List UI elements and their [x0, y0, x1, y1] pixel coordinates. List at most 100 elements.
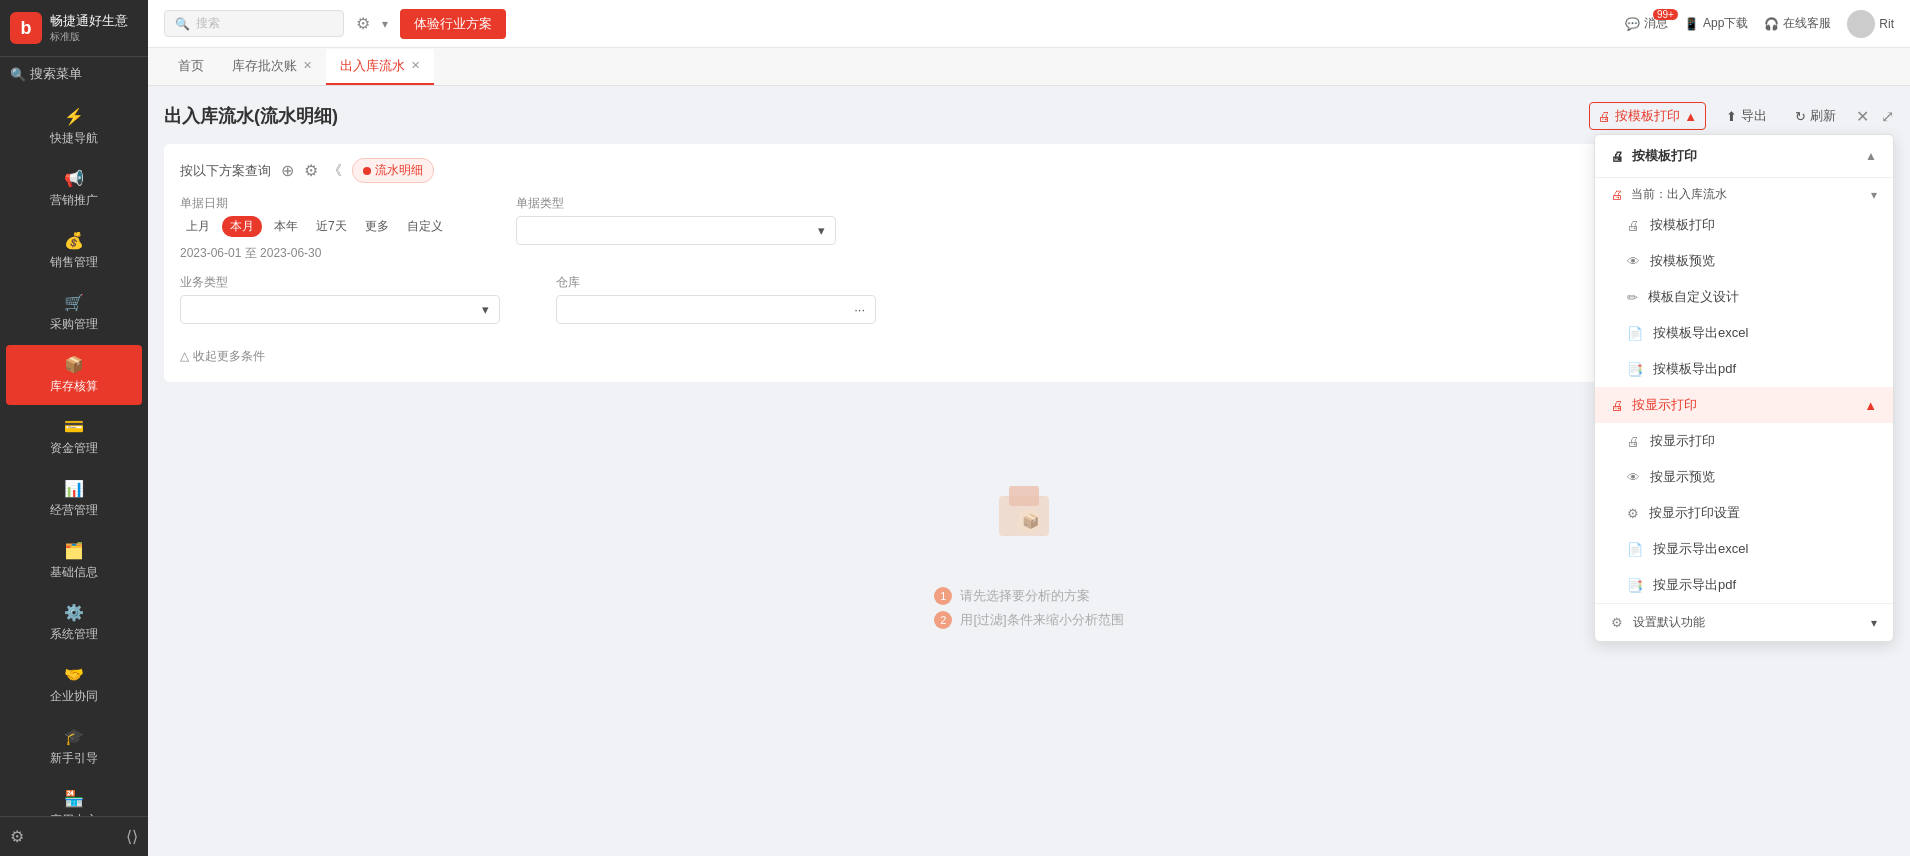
- footer-settings-label: 设置默认功能: [1633, 614, 1705, 631]
- display-preview-label: 按显示预览: [1650, 468, 1715, 486]
- sidebar-item-operation[interactable]: 📊 经营管理: [6, 469, 142, 529]
- export-button[interactable]: ⬆ 导出: [1718, 103, 1775, 129]
- page-actions: 🖨 按模板打印 ▲ ⬆ 导出 ↻ 刷新 ✕ ⤢: [1589, 102, 1894, 130]
- dropdown-current-icon: 🖨: [1611, 188, 1623, 202]
- brand-name: 畅捷通好生意: [50, 13, 128, 30]
- template-export-excel-label: 按模板导出excel: [1653, 324, 1748, 342]
- sidebar-item-basic[interactable]: 🗂️ 基础信息: [6, 531, 142, 591]
- sidebar-item-quick-nav[interactable]: ⚡ 快捷导航: [6, 97, 142, 157]
- date-option-current-month[interactable]: 本月: [222, 216, 262, 237]
- logo-text: 畅捷通好生意 标准版: [50, 13, 128, 43]
- dropdown-header-label: 按模板打印: [1632, 147, 1697, 165]
- topbar-gear-icon[interactable]: ⚙: [356, 14, 370, 33]
- sidebar-item-label: 企业协同: [50, 688, 98, 705]
- date-option-last-7[interactable]: 近7天: [310, 216, 353, 237]
- filter-doc-type-label: 单据类型: [516, 195, 836, 212]
- sidebar-item-label: 销售管理: [50, 254, 98, 271]
- dropdown-display-print-settings[interactable]: ⚙ 按显示打印设置: [1595, 495, 1893, 531]
- print-icon: 🖨: [1598, 109, 1611, 124]
- sidebar-logo: b 畅捷通好生意 标准版: [0, 0, 148, 57]
- sidebar-item-finance[interactable]: 💳 资金管理: [6, 407, 142, 467]
- refresh-button[interactable]: ↻ 刷新: [1787, 103, 1844, 129]
- tab-flow[interactable]: 出入库流水 ✕: [326, 49, 434, 85]
- dropdown-display-preview[interactable]: 👁 按显示预览: [1595, 459, 1893, 495]
- display-section-chevron: ▲: [1864, 398, 1877, 413]
- print-button[interactable]: 🖨 按模板打印 ▲: [1589, 102, 1706, 130]
- dropdown-template-export-excel[interactable]: 📄 按模板导出excel: [1595, 315, 1893, 351]
- dropdown-display-section[interactable]: 🖨 按显示打印 ▲: [1595, 387, 1893, 423]
- dropdown-display-export-excel[interactable]: 📄 按显示导出excel: [1595, 531, 1893, 567]
- filter-add-icon[interactable]: ⊕: [281, 161, 294, 180]
- date-option-last-month[interactable]: 上月: [180, 216, 216, 237]
- sidebar-item-corp[interactable]: 🤝 企业协同: [6, 655, 142, 715]
- sidebar-item-label: 系统管理: [50, 626, 98, 643]
- template-export-excel-icon: 📄: [1627, 326, 1643, 341]
- tab-batch[interactable]: 库存批次账 ✕: [218, 49, 326, 85]
- filter-warehouse-more-icon: ···: [854, 302, 865, 317]
- dropdown-header: 🖨 按模板打印 ▲: [1595, 135, 1893, 178]
- sidebar-item-inventory[interactable]: 📦 库存核算: [6, 345, 142, 405]
- display-settings-icon: ⚙: [1627, 506, 1639, 521]
- collapse-label: 收起更多条件: [193, 348, 265, 365]
- sidebar-item-label: 新手引导: [50, 750, 98, 767]
- dropdown-template-print[interactable]: 🖨 按模板打印: [1595, 207, 1893, 243]
- tab-flow-close-icon[interactable]: ✕: [411, 59, 420, 72]
- topbar-chevron-icon[interactable]: ▾: [382, 17, 388, 31]
- footer-settings-icon: ⚙: [1611, 615, 1623, 630]
- message-button[interactable]: 💬 消息 99+: [1625, 15, 1668, 32]
- dropdown-footer[interactable]: ⚙ 设置默认功能 ▾: [1595, 603, 1893, 641]
- online-service-label: 在线客服: [1783, 15, 1831, 32]
- sidebar-collapse-icon[interactable]: ⟨⟩: [126, 827, 138, 846]
- sidebar-item-guide[interactable]: 🎓 新手引导: [6, 717, 142, 777]
- filter-collapse-icon[interactable]: 《: [328, 162, 342, 180]
- page-content: 出入库流水(流水明细) 🖨 按模板打印 ▲ ⬆ 导出 ↻ 刷新 ✕ ⤢: [148, 86, 1910, 856]
- svg-text:📦: 📦: [1022, 513, 1040, 530]
- sidebar-item-appstore[interactable]: 🏪 应用中心: [6, 779, 142, 816]
- dropdown-current-label: 🖨 当前：出入库流水 ▾: [1595, 178, 1893, 207]
- filter-business-type-item: 业务类型 ▾: [180, 274, 500, 324]
- topbar-search[interactable]: 🔍 搜索: [164, 10, 344, 37]
- filter-warehouse-select[interactable]: ···: [556, 295, 876, 324]
- export-label: 导出: [1741, 107, 1767, 125]
- filter-business-type-select[interactable]: ▾: [180, 295, 500, 324]
- tab-batch-close-icon[interactable]: ✕: [303, 59, 312, 72]
- date-option-more[interactable]: 更多: [359, 216, 395, 237]
- page-header: 出入库流水(流水明细) 🖨 按模板打印 ▲ ⬆ 导出 ↻ 刷新 ✕ ⤢: [164, 102, 1894, 130]
- search-icon: 🔍: [10, 67, 26, 82]
- filter-doc-type-select[interactable]: ▾: [516, 216, 836, 245]
- empty-icon: 📦: [989, 476, 1069, 571]
- sidebar-item-marketing[interactable]: 📢 营销推广: [6, 159, 142, 219]
- date-option-current-year[interactable]: 本年: [268, 216, 304, 237]
- sidebar-item-sales[interactable]: 💰 销售管理: [6, 221, 142, 281]
- tab-home[interactable]: 首页: [164, 49, 218, 85]
- dropdown-display-print[interactable]: 🖨 按显示打印: [1595, 423, 1893, 459]
- dropdown-display-export-pdf[interactable]: 📑 按显示导出pdf: [1595, 567, 1893, 603]
- dropdown-panel: 🖨 按模板打印 ▲ 🖨 当前：出入库流水 ▾ 🖨 按模板打印 👁 按模板预览 ✏: [1594, 134, 1894, 642]
- app-download-icon: 📱: [1684, 17, 1699, 31]
- date-option-custom[interactable]: 自定义: [401, 216, 449, 237]
- filter-doc-type-chevron: ▾: [818, 223, 825, 238]
- sidebar-item-purchase[interactable]: 🛒 采购管理: [6, 283, 142, 343]
- collapse-button[interactable]: △ 收起更多条件: [180, 348, 265, 365]
- dropdown-template-export-pdf[interactable]: 📑 按模板导出pdf: [1595, 351, 1893, 387]
- close-window-icon[interactable]: ✕: [1856, 107, 1869, 126]
- dropdown-chevron-up-icon[interactable]: ▲: [1865, 149, 1877, 163]
- dropdown-template-preview[interactable]: 👁 按模板预览: [1595, 243, 1893, 279]
- sidebar-item-system[interactable]: ⚙️ 系统管理: [6, 593, 142, 653]
- user-avatar-area[interactable]: Rit: [1847, 10, 1894, 38]
- online-service-button[interactable]: 🎧 在线客服: [1764, 15, 1831, 32]
- filter-settings-icon[interactable]: ⚙: [304, 161, 318, 180]
- template-preview-label: 按模板预览: [1650, 252, 1715, 270]
- dropdown-template-custom[interactable]: ✏ 模板自定义设计: [1595, 279, 1893, 315]
- step-1-number: 1: [934, 587, 952, 605]
- message-badge: 99+: [1653, 9, 1678, 20]
- sidebar: b 畅捷通好生意 标准版 🔍 搜索菜单 ⚡ 快捷导航 📢 营销推广 💰 销售管理…: [0, 0, 148, 856]
- app-download-button[interactable]: 📱 App下载: [1684, 15, 1748, 32]
- sidebar-search[interactable]: 🔍 搜索菜单: [0, 57, 148, 91]
- finance-icon: 💳: [64, 417, 84, 436]
- sidebar-search-label: 搜索菜单: [30, 65, 82, 83]
- expand-icon[interactable]: ⤢: [1881, 107, 1894, 126]
- industry-button[interactable]: 体验行业方案: [400, 9, 506, 39]
- sidebar-settings-icon[interactable]: ⚙: [10, 827, 24, 846]
- tab-flow-label: 出入库流水: [340, 57, 405, 75]
